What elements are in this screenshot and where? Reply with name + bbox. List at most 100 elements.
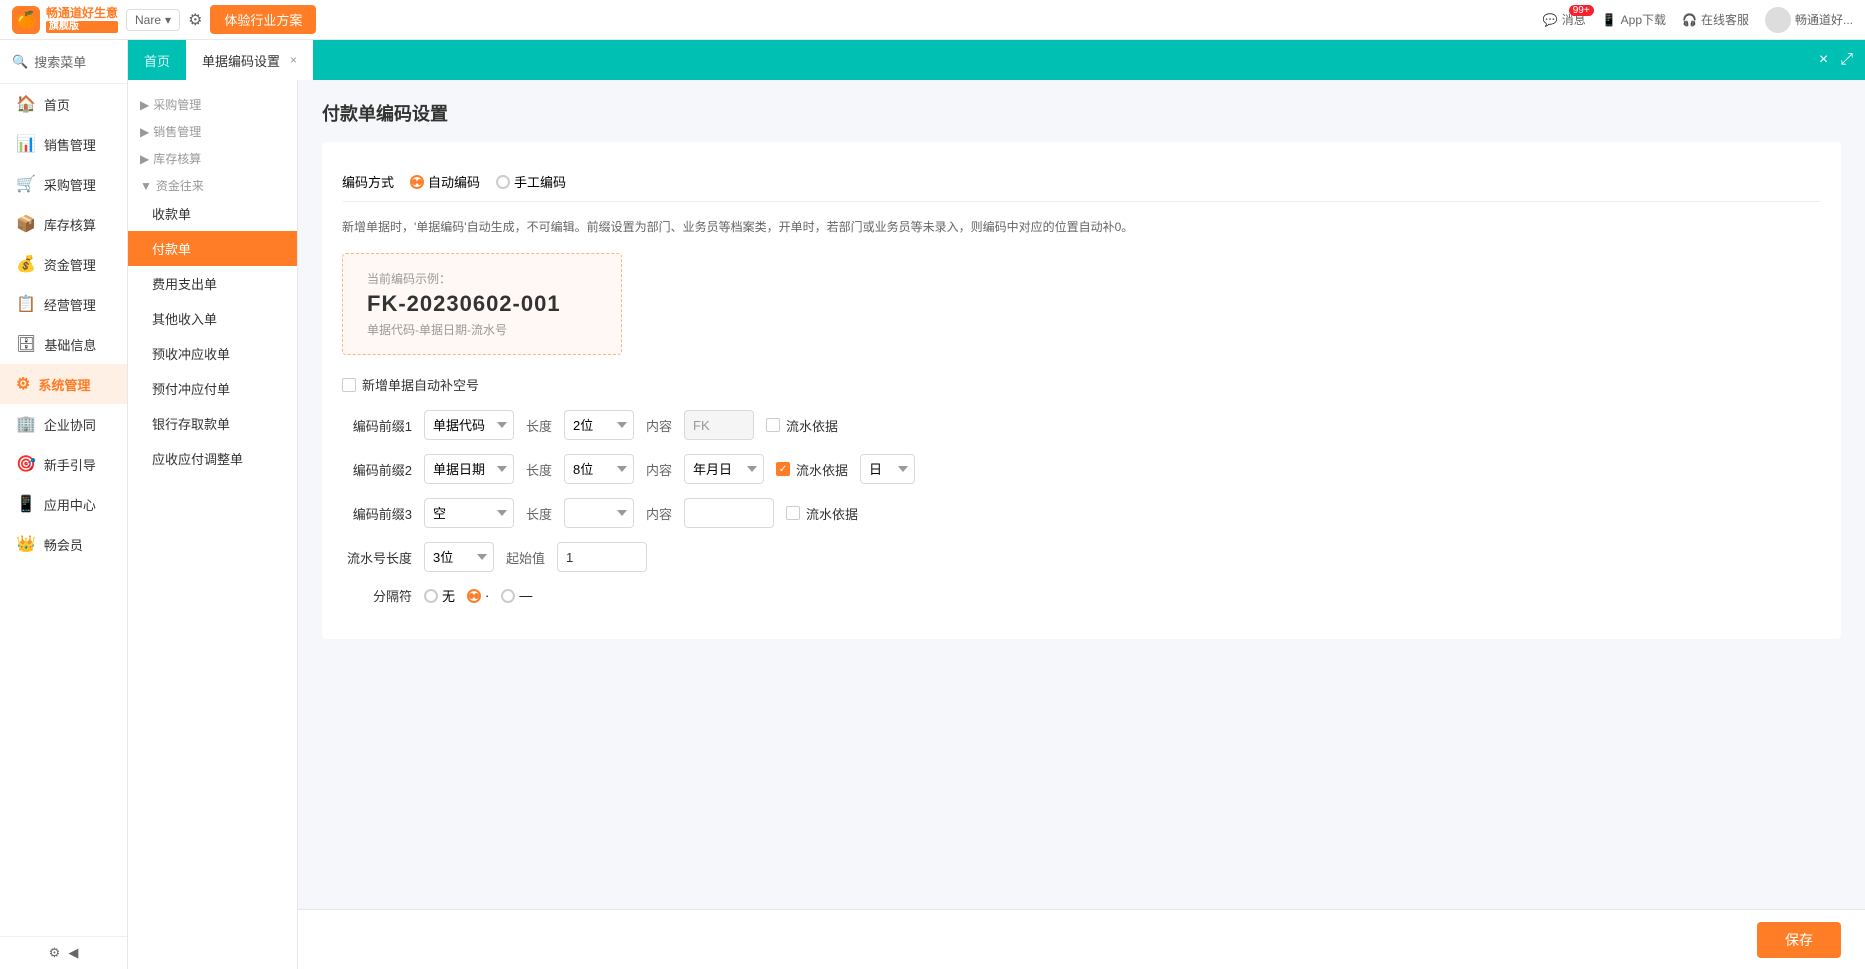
second-sidebar-prepaid-payable[interactable]: 预付冲应付单 bbox=[128, 371, 297, 406]
manual-encoding-radio[interactable]: 手工编码 bbox=[496, 172, 566, 191]
receipt-label: 收款单 bbox=[152, 204, 191, 223]
prefix2-content-select[interactable]: 年月日 bbox=[684, 454, 764, 484]
sidebar-item-member[interactable]: 👑 畅会员 bbox=[0, 524, 127, 564]
sidebar-item-operations[interactable]: 📋 经营管理 bbox=[0, 284, 127, 324]
prefix1-content-label: 内容 bbox=[646, 416, 672, 435]
info-text: 新增单据时，'单据编码'自动生成，不可编辑。前缀设置为部门、业务员等档案类，开单… bbox=[342, 218, 1821, 237]
prefix2-serial-label: 流水依据 bbox=[796, 460, 848, 479]
serial-length-select[interactable]: 3位 bbox=[424, 542, 494, 572]
group-inventory-arrow: ▶ bbox=[140, 152, 149, 166]
prefix2-serial-checkbox[interactable]: ✓ bbox=[776, 462, 790, 476]
code-preview-label: 当前编码示例： bbox=[367, 270, 597, 287]
second-sidebar-expense[interactable]: 费用支出单 bbox=[128, 266, 297, 301]
newguide-icon: 🎯 bbox=[16, 454, 36, 474]
sidebar-item-appcenter[interactable]: 📱 应用中心 bbox=[0, 484, 127, 524]
form-card: 编码方式 自动编码 手工编码 bbox=[322, 142, 1841, 639]
main-content: 付款单编码设置 编码方式 自动编码 bbox=[298, 80, 1865, 909]
online-service-btn[interactable]: 🎧 在线客服 bbox=[1682, 11, 1749, 28]
prefix3-label: 编码前缀3 bbox=[342, 504, 412, 523]
prefix2-length-select[interactable]: 8位 bbox=[564, 454, 634, 484]
dropdown-arrow-icon: ▾ bbox=[165, 13, 171, 27]
prefix2-content-label: 内容 bbox=[646, 460, 672, 479]
sidebar-item-system[interactable]: ⚙ 系统管理 bbox=[0, 364, 127, 404]
tab-encoding-settings[interactable]: 单据编码设置 × bbox=[186, 40, 313, 80]
sidebar-item-newguide[interactable]: 🎯 新手引导 bbox=[0, 444, 127, 484]
auto-encoding-radio[interactable]: 自动编码 bbox=[410, 172, 480, 191]
serial-length-label: 流水号长度 bbox=[342, 548, 412, 567]
prefix2-serial-unit-select[interactable]: 日 bbox=[860, 454, 915, 484]
second-sidebar-ar-ap-adjust[interactable]: 应收应付调整单 bbox=[128, 441, 297, 476]
save-button[interactable]: 保存 bbox=[1757, 922, 1841, 958]
company-selector[interactable]: Nare ▾ bbox=[126, 9, 180, 31]
prefix2-select[interactable]: 单据日期 bbox=[424, 454, 514, 484]
second-sidebar-prepaid-receivable[interactable]: 预收冲应收单 bbox=[128, 336, 297, 371]
group-capital[interactable]: ▼ 资金往来 bbox=[128, 169, 297, 196]
sidebar-item-purchase[interactable]: 🛒 采购管理 bbox=[0, 164, 127, 204]
group-purchase[interactable]: ▶ 采购管理 bbox=[128, 88, 297, 115]
sidebar-settings-icon[interactable]: ⚙ bbox=[49, 945, 61, 961]
prefix3-serial-checkbox[interactable] bbox=[786, 506, 800, 520]
service-icon: 🎧 bbox=[1682, 13, 1697, 27]
tab-restore-btn[interactable]: × bbox=[1815, 47, 1832, 73]
message-btn[interactable]: 💬 消息 99+ bbox=[1543, 11, 1586, 28]
second-sidebar-other-income[interactable]: 其他收入单 bbox=[128, 301, 297, 336]
separator-dot-label: · bbox=[485, 588, 489, 603]
prefix1-length-select[interactable]: 2位 bbox=[564, 410, 634, 440]
tab-home[interactable]: 首页 bbox=[128, 40, 186, 80]
tab-close-btn[interactable]: × bbox=[290, 53, 297, 67]
sidebar-item-enterprise[interactable]: 🏢 企业协同 bbox=[0, 404, 127, 444]
separator-row: 分隔符 无 · — bbox=[342, 586, 1821, 605]
group-inventory-label: 库存核算 bbox=[153, 150, 201, 167]
start-value-label: 起始值 bbox=[506, 548, 545, 567]
experience-btn[interactable]: 体验行业方案 bbox=[210, 5, 316, 34]
app-logo: 🍊 畅通道好生意 旗舰版 bbox=[12, 6, 118, 34]
prefix3-length-select[interactable] bbox=[564, 498, 634, 528]
prefix3-select[interactable]: 空 bbox=[424, 498, 514, 528]
prefix1-serial-label: 流水依据 bbox=[786, 416, 838, 435]
sidebar-item-sales[interactable]: 📊 销售管理 bbox=[0, 124, 127, 164]
other-income-label: 其他收入单 bbox=[152, 309, 217, 328]
prefix3-content-label: 内容 bbox=[646, 504, 672, 523]
second-sidebar-receipt[interactable]: 收款单 bbox=[128, 196, 297, 231]
start-value-input[interactable] bbox=[557, 542, 647, 572]
app-download-btn[interactable]: 📱 App下载 bbox=[1602, 11, 1666, 28]
prefix1-serial-checkbox[interactable] bbox=[766, 418, 780, 432]
prefix1-serial-row: 流水依据 bbox=[766, 416, 838, 435]
separator-hyphen-circle bbox=[501, 589, 515, 603]
message-badge: 99+ bbox=[1569, 5, 1594, 16]
ar-ap-adjust-label: 应收应付调整单 bbox=[152, 449, 243, 468]
user-info[interactable]: 畅通道好... bbox=[1765, 7, 1853, 33]
sidebar-item-inventory[interactable]: 📦 库存核算 bbox=[0, 204, 127, 244]
prefix1-content-input[interactable] bbox=[684, 410, 754, 440]
second-sidebar-bank-deposit[interactable]: 银行存取款单 bbox=[128, 406, 297, 441]
expense-label: 费用支出单 bbox=[152, 274, 217, 293]
sidebar-item-enterprise-label: 企业协同 bbox=[44, 415, 96, 434]
prefix1-length-label: 长度 bbox=[526, 416, 552, 435]
group-inventory[interactable]: ▶ 库存核算 bbox=[128, 142, 297, 169]
home-icon: 🏠 bbox=[16, 94, 36, 114]
group-sales[interactable]: ▶ 销售管理 bbox=[128, 115, 297, 142]
separator-dot-radio[interactable]: · bbox=[467, 588, 489, 603]
sidebar-item-basic[interactable]: 🗄 基础信息 bbox=[0, 324, 127, 364]
separator-none-radio[interactable]: 无 bbox=[424, 586, 455, 605]
download-icon: 📱 bbox=[1602, 13, 1617, 27]
sidebar-item-home-label: 首页 bbox=[44, 95, 70, 114]
encoding-type-row: 编码方式 自动编码 手工编码 bbox=[342, 162, 1821, 202]
auto-fill-checkbox[interactable] bbox=[342, 378, 356, 392]
separator-hyphen-label: — bbox=[519, 588, 532, 603]
sidebar-item-finance[interactable]: 💰 资金管理 bbox=[0, 244, 127, 284]
sidebar-item-home[interactable]: 🏠 首页 bbox=[0, 84, 127, 124]
prefix1-label: 编码前缀1 bbox=[342, 416, 412, 435]
prefix3-content-input[interactable] bbox=[684, 498, 774, 528]
separator-hyphen-radio[interactable]: — bbox=[501, 588, 532, 603]
sidebar-item-purchase-label: 采购管理 bbox=[44, 175, 96, 194]
search-menu-btn[interactable]: 🔍 搜索菜单 bbox=[8, 48, 119, 75]
system-icon: ⚙ bbox=[16, 374, 30, 394]
second-sidebar-payment[interactable]: 付款单 bbox=[128, 231, 297, 266]
user-name: 畅通道好... bbox=[1795, 11, 1853, 28]
sidebar-collapse-icon[interactable]: ◀ bbox=[68, 945, 78, 961]
prefix1-select[interactable]: 单据代码 bbox=[424, 410, 514, 440]
inventory-icon: 📦 bbox=[16, 214, 36, 234]
tab-maximize-btn[interactable]: ⤢ bbox=[1836, 47, 1857, 73]
settings-icon[interactable]: ⚙ bbox=[188, 10, 202, 30]
